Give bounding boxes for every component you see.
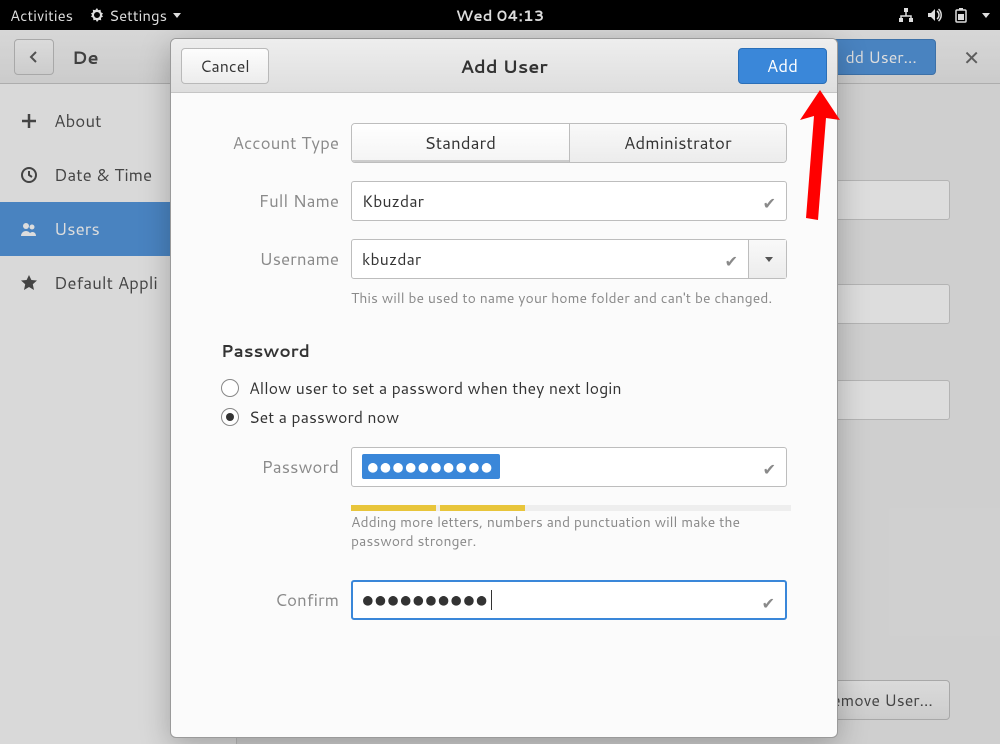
system-menu-chevron-icon[interactable] (982, 13, 990, 18)
account-type-standard[interactable]: Standard (352, 124, 569, 162)
confirm-label: Confirm (221, 588, 339, 612)
password-strength-meter (351, 505, 791, 511)
check-icon: ✔ (763, 192, 776, 215)
check-icon: ✔ (725, 250, 738, 273)
username-value: kbuzdar (362, 248, 421, 271)
password-label: Password (221, 455, 339, 479)
battery-icon[interactable] (954, 7, 968, 23)
add-user-dialog: Cancel Add User Add Account Type Standar… (170, 38, 838, 738)
dialog-body: Account Type Standard Administrator Full… (171, 93, 837, 737)
full-name-input[interactable]: Kbuzdar ✔ (351, 181, 787, 221)
radio-password-now[interactable]: Set a password now (221, 406, 787, 429)
account-type-toggle[interactable]: Standard Administrator (351, 123, 787, 163)
cancel-button[interactable]: Cancel (181, 48, 269, 84)
text-caret (491, 590, 492, 610)
username-hint: This will be used to name your home fold… (351, 289, 787, 309)
radio-icon (221, 379, 239, 397)
account-type-label: Account Type (221, 131, 339, 155)
dialog-header: Cancel Add User Add (171, 39, 837, 93)
username-input[interactable]: kbuzdar ✔ (351, 239, 787, 279)
volume-icon[interactable] (926, 7, 942, 23)
chevron-down-icon (173, 13, 181, 18)
gnome-top-bar: Activities Settings Wed 04:13 (0, 0, 1000, 30)
username-label: Username (221, 247, 339, 271)
confirm-password-input[interactable]: ●●●●●●●●●● ✔ (351, 580, 787, 620)
activities-button[interactable]: Activities (10, 5, 73, 26)
account-type-administrator[interactable]: Administrator (569, 124, 787, 162)
app-menu-label: Settings (109, 5, 167, 26)
full-name-value: Kbuzdar (362, 190, 424, 213)
confirm-value: ●●●●●●●●●● (363, 590, 489, 609)
check-icon: ✔ (763, 458, 776, 481)
radio-icon (221, 408, 239, 426)
password-hint: Adding more letters, numbers and punctua… (351, 513, 787, 552)
password-section-title: Password (221, 339, 787, 363)
full-name-label: Full Name (221, 189, 339, 213)
settings-icon (89, 7, 105, 23)
password-input[interactable]: ●●●●●●●●●● ✔ (351, 447, 787, 487)
radio-now-label: Set a password now (249, 406, 399, 429)
dialog-title: Add User (460, 53, 547, 79)
check-icon: ✔ (762, 592, 775, 615)
username-dropdown-button[interactable] (748, 240, 786, 278)
dialog-add-button[interactable]: Add (738, 48, 827, 84)
radio-later-label: Allow user to set a password when they n… (249, 377, 622, 400)
radio-password-later[interactable]: Allow user to set a password when they n… (221, 377, 787, 400)
network-icon[interactable] (898, 7, 914, 23)
clock[interactable]: Wed 04:13 (456, 5, 545, 26)
password-value: ●●●●●●●●●● (362, 454, 500, 479)
app-menu[interactable]: Settings (89, 5, 181, 26)
